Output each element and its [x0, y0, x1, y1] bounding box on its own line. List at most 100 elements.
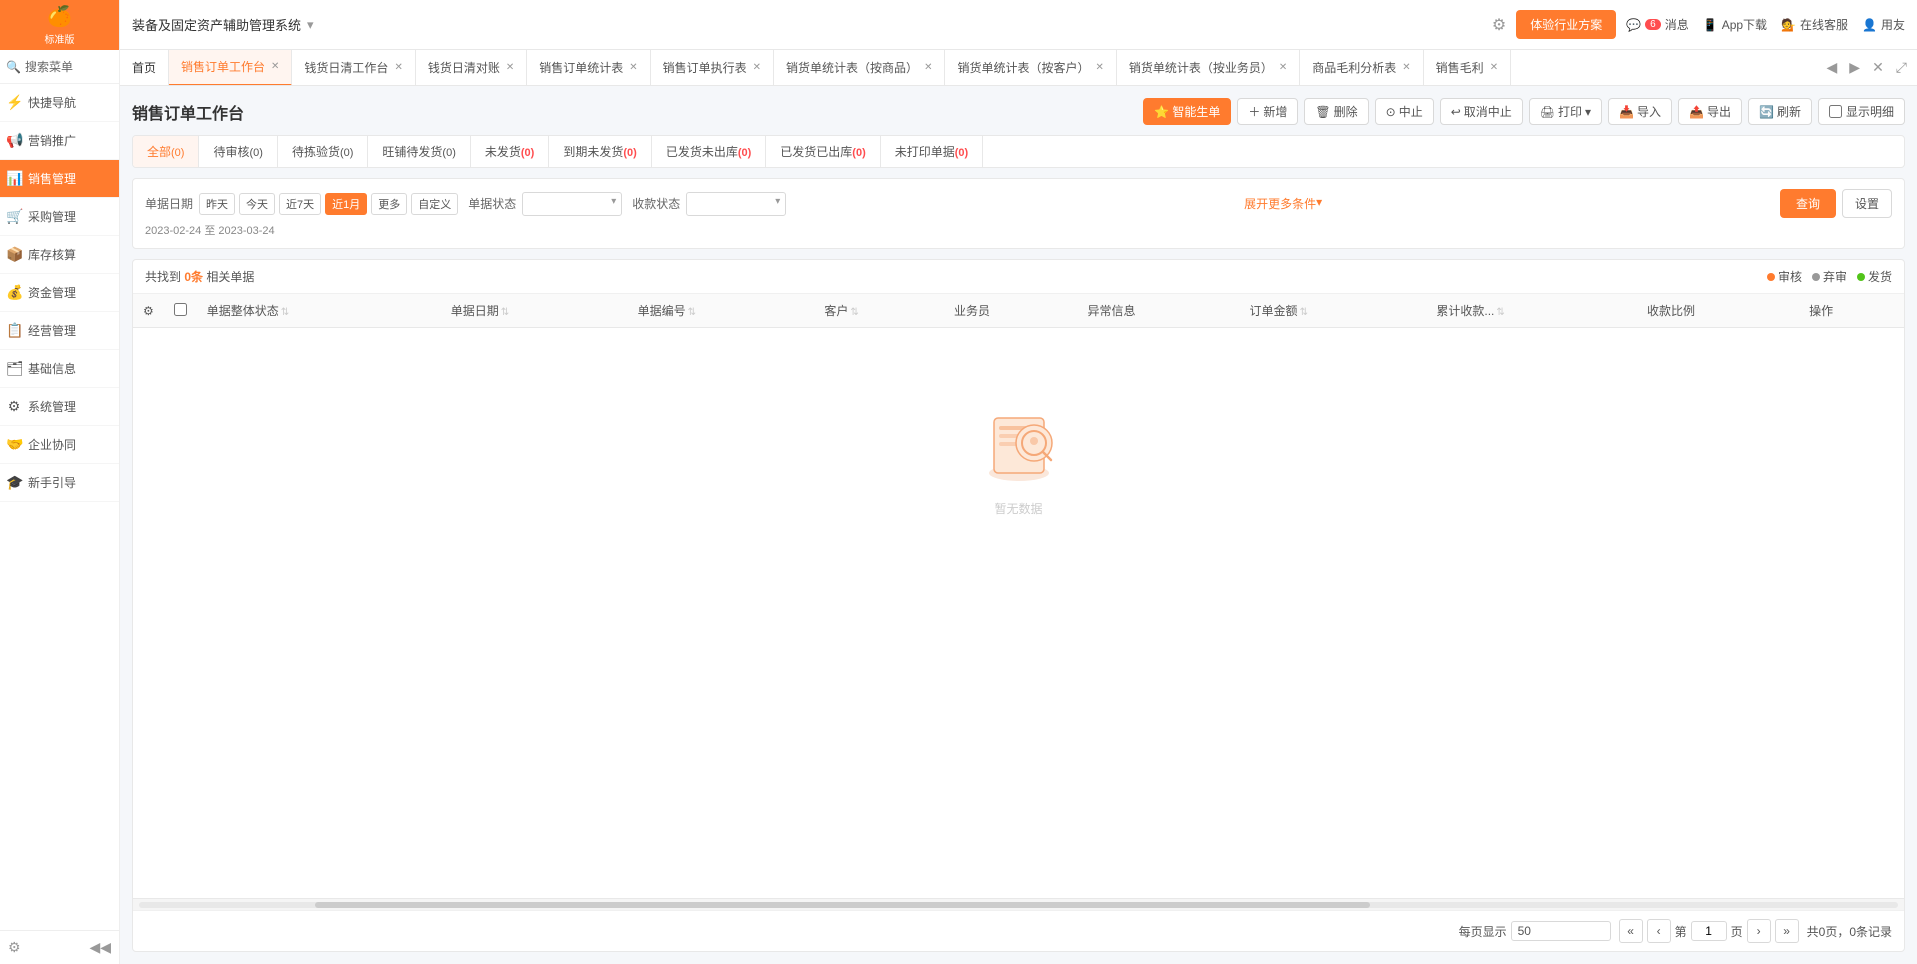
tab-sales-order-stats[interactable]: 销售订单统计表✕	[527, 50, 650, 86]
date-btn-近7天[interactable]: 近7天	[279, 193, 321, 215]
show-detail-input[interactable]	[1829, 105, 1842, 118]
col-settings[interactable]: ⚙	[133, 294, 164, 328]
filter-tab-pending-review[interactable]: 待审核(0)	[199, 136, 277, 167]
add-btn[interactable]: ＋ 新增	[1237, 98, 1298, 125]
import-btn[interactable]: 📥 导入	[1608, 98, 1672, 125]
sidebar-settings-btn[interactable]: ⚙	[8, 939, 21, 956]
tab-close-sales-stats-customer[interactable]: ✕	[1095, 62, 1103, 73]
tab-next-btn[interactable]: ▶	[1845, 57, 1864, 78]
cancel-review-btn[interactable]: 弃审	[1812, 268, 1847, 285]
tab-close-sales-order-workbench[interactable]: ✕	[271, 61, 279, 72]
filter-tab-pending-check[interactable]: 待拣验货(0)	[278, 136, 368, 167]
page-size-select[interactable]: 50 10 20 100	[1511, 921, 1611, 941]
sidebar-item-operations[interactable]: 📋经营管理	[0, 312, 119, 350]
page-next-btn[interactable]: ›	[1747, 919, 1771, 943]
sort-icon-collected[interactable]: ⇅	[1496, 307, 1504, 318]
tab-sales-stats-product[interactable]: 销货单统计表（按商品）✕	[774, 50, 945, 86]
user-btn[interactable]: 👤 用友	[1862, 16, 1905, 33]
page-prev-btn[interactable]: ‹	[1647, 919, 1671, 943]
date-btn-更多[interactable]: 更多	[371, 193, 407, 215]
page-first-btn[interactable]: «	[1619, 919, 1643, 943]
date-btn-自定义[interactable]: 自定义	[411, 193, 458, 215]
review-btn[interactable]: 审核	[1767, 268, 1802, 285]
expand-more-btn[interactable]: 展开更多条件	[1244, 195, 1316, 212]
tab-close-sales-stats-employee[interactable]: ✕	[1279, 62, 1287, 73]
show-detail-checkbox[interactable]: 显示明细	[1818, 98, 1905, 125]
tab-sales-order-exec[interactable]: 销售订单执行表✕	[651, 50, 774, 86]
online-service-btn[interactable]: 💁 在线客服	[1781, 16, 1848, 33]
tab-close-cash-daily[interactable]: ✕	[394, 62, 402, 73]
select-all-checkbox[interactable]	[174, 303, 187, 316]
tab-home[interactable]: 首页	[120, 50, 169, 86]
sidebar-item-newbie[interactable]: 🎓新手引导	[0, 464, 119, 502]
filter-tab-shipped-not-out[interactable]: 已发货未出库(0)	[652, 136, 766, 167]
filter-tab-expired-not-shipped[interactable]: 到期未发货(0)	[549, 136, 651, 167]
filter-tab-wangpu-ship[interactable]: 旺铺待发货(0)	[368, 136, 470, 167]
scrollbar-thumb[interactable]	[315, 902, 1370, 908]
tab-sales-stats-customer[interactable]: 销货单统计表（按客户）✕	[945, 50, 1116, 86]
tab-close-sales-stats-product[interactable]: ✕	[924, 62, 932, 73]
sidebar-item-finance[interactable]: 💰资金管理	[0, 274, 119, 312]
tab-prev-btn[interactable]: ◀	[1823, 57, 1842, 78]
sidebar-search[interactable]: 🔍 搜索菜单	[0, 50, 119, 84]
smart-create-btn[interactable]: ⭐ 智能生单	[1143, 98, 1231, 125]
sidebar-item-system[interactable]: ⚙系统管理	[0, 388, 119, 426]
status-select[interactable]	[522, 192, 622, 216]
header-settings-btn[interactable]: ⚙	[1492, 15, 1506, 35]
export-btn[interactable]: 📤 导出	[1678, 98, 1742, 125]
page-input[interactable]	[1691, 921, 1727, 941]
page-last-btn[interactable]: »	[1775, 919, 1799, 943]
stop-btn[interactable]: ⊙ 中止	[1375, 98, 1434, 125]
col-checkbox[interactable]	[164, 294, 197, 328]
sidebar-item-enterprise[interactable]: 🤝企业协同	[0, 426, 119, 464]
sort-icon-customer[interactable]: ⇅	[850, 307, 858, 318]
tab-close-product-margin[interactable]: ✕	[1402, 62, 1410, 73]
sidebar-item-inventory[interactable]: 📦库存核算	[0, 236, 119, 274]
sidebar-item-quick-nav[interactable]: ⚡快捷导航	[0, 84, 119, 122]
date-btn-近1月[interactable]: 近1月	[325, 193, 367, 215]
tab-sales-more[interactable]: 销售毛利✕	[1424, 50, 1511, 86]
tab-close-sales-more[interactable]: ✕	[1490, 62, 1498, 73]
tab-expand-btn[interactable]: ⤢	[1892, 57, 1911, 78]
tab-cash-reconcile[interactable]: 钱货日清对账✕	[416, 50, 527, 86]
tab-sales-order-workbench[interactable]: 销售订单工作台✕	[169, 50, 292, 86]
nav-label-sales: 销售管理	[28, 170, 76, 187]
filter-tab-not-printed[interactable]: 未打印单据(0)	[881, 136, 983, 167]
filter-tab-shipped-out[interactable]: 已发货已出库(0)	[766, 136, 880, 167]
sidebar-item-basic-info[interactable]: 🗂基础信息	[0, 350, 119, 388]
cancel-stop-btn[interactable]: ↩ 取消中止	[1440, 98, 1523, 125]
filter-tab-not-shipped[interactable]: 未发货(0)	[471, 136, 549, 167]
sort-icon-number[interactable]: ⇅	[688, 307, 696, 318]
date-btn-昨天[interactable]: 昨天	[199, 193, 235, 215]
tab-close-sales-order-exec[interactable]: ✕	[753, 62, 761, 73]
tab-close-sales-order-stats[interactable]: ✕	[629, 62, 637, 73]
sidebar-item-marketing[interactable]: 📢营销推广	[0, 122, 119, 160]
sort-icon-status[interactable]: ⇅	[281, 307, 289, 318]
tab-sales-stats-employee[interactable]: 销货单统计表（按业务员）✕	[1117, 50, 1300, 86]
delete-btn[interactable]: 🗑 删除	[1304, 98, 1368, 125]
sidebar-item-sales[interactable]: 📊销售管理	[0, 160, 119, 198]
settings-btn[interactable]: 设置	[1842, 189, 1892, 218]
tab-product-margin[interactable]: 商品毛利分析表✕	[1300, 50, 1423, 86]
refresh-btn[interactable]: 🔄 刷新	[1748, 98, 1812, 125]
message-btn[interactable]: 💬 6 消息	[1626, 16, 1689, 33]
sort-icon-date[interactable]: ⇅	[501, 307, 509, 318]
sidebar-collapse-btn[interactable]: ◀◀	[89, 939, 111, 956]
expand-more-icon: ▾	[1316, 195, 1322, 212]
date-btn-今天[interactable]: 今天	[239, 193, 275, 215]
print-btn[interactable]: 🖨 打印 ▾	[1529, 98, 1602, 125]
tab-close-cash-reconcile[interactable]: ✕	[506, 62, 514, 73]
query-btn[interactable]: 查询	[1780, 189, 1836, 218]
sidebar-item-purchase[interactable]: 🛒采购管理	[0, 198, 119, 236]
payment-select[interactable]	[686, 192, 786, 216]
system-expand-btn[interactable]: ▾	[307, 17, 314, 33]
filter-area: 单据日期 昨天今天近7天近1月更多自定义 单据状态 ▾ 收款状态	[132, 178, 1905, 249]
tab-cash-daily[interactable]: 钱货日清工作台✕	[292, 50, 415, 86]
tab-close-all-btn[interactable]: ✕	[1868, 57, 1888, 78]
sort-icon-amount[interactable]: ⇅	[1300, 307, 1308, 318]
trial-button[interactable]: 体验行业方案	[1516, 10, 1616, 39]
app-download-btn[interactable]: 📱 App下载	[1703, 16, 1767, 33]
ship-btn[interactable]: 发货	[1857, 268, 1892, 285]
payment-label: 收款状态	[632, 195, 680, 212]
filter-tab-all[interactable]: 全部(0)	[133, 136, 199, 167]
